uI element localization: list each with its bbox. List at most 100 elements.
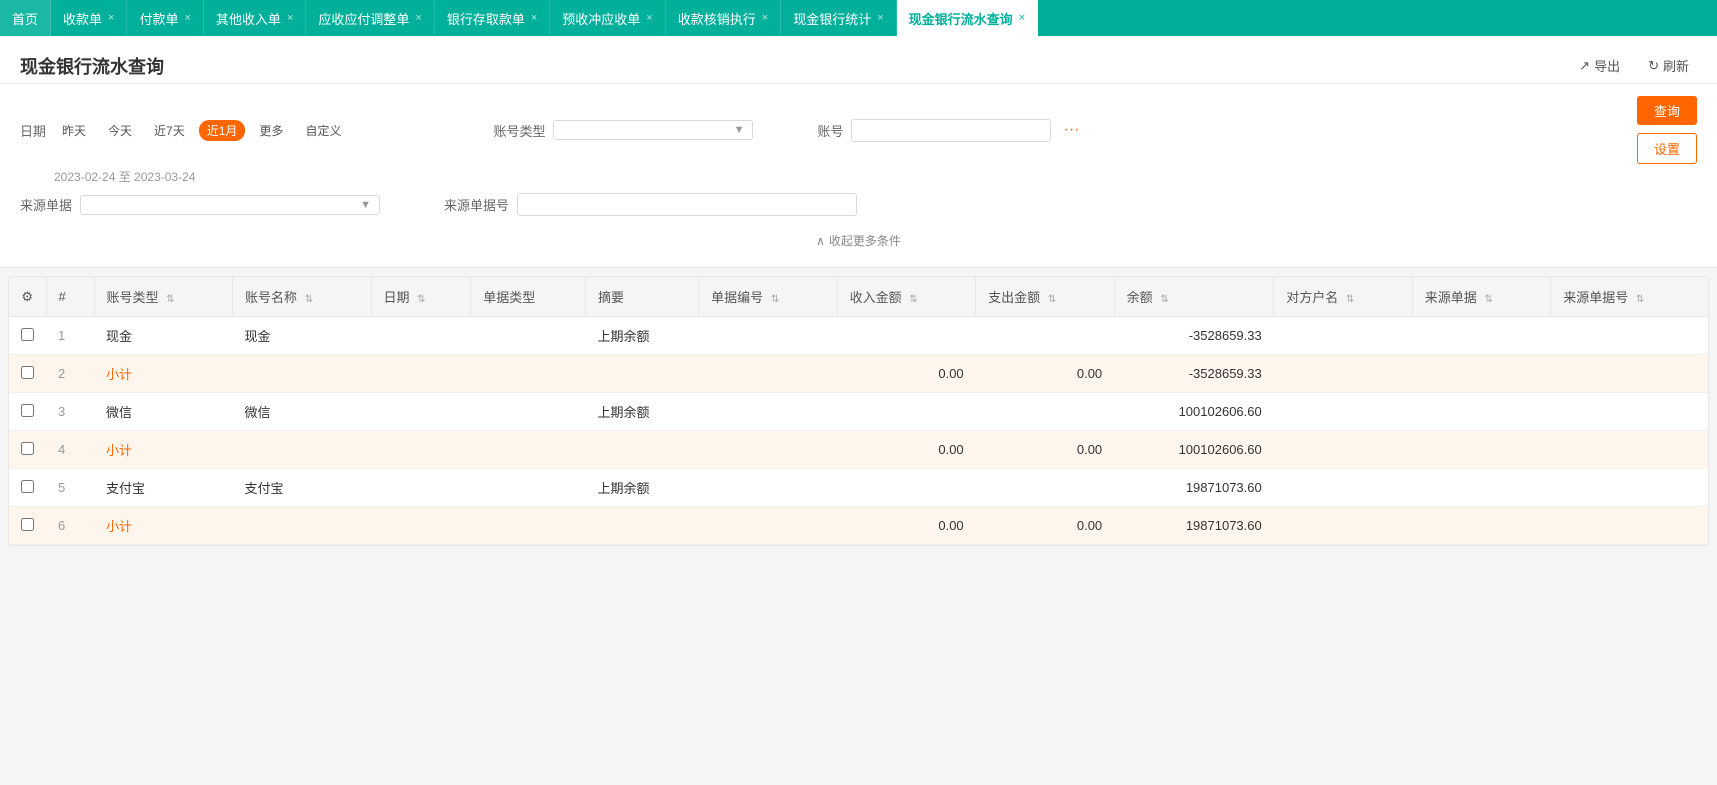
column-balance[interactable]: 余额 ⇅ xyxy=(1114,277,1274,317)
cell-doc-no xyxy=(699,431,838,469)
nav-tab-receipt-label: 收款单 xyxy=(63,9,102,28)
close-icon[interactable]: × xyxy=(877,12,883,24)
cell-account-type: 支付宝 xyxy=(94,469,233,507)
cell-doc-no xyxy=(699,393,838,431)
row-checkbox[interactable] xyxy=(21,328,34,341)
refresh-button[interactable]: ↻ 刷新 xyxy=(1640,52,1697,79)
column-account-name[interactable]: 账号名称 ⇅ xyxy=(233,277,372,317)
cell-checkbox[interactable] xyxy=(9,431,46,469)
nav-tab-adjustment-label: 应收应付调整单 xyxy=(318,9,409,28)
query-button[interactable]: 查询 xyxy=(1637,96,1697,125)
subtotal-label: 小计 xyxy=(106,367,132,382)
collapse-bar[interactable]: ∧ 收起更多条件 xyxy=(20,226,1697,255)
nav-tab-adjustment[interactable]: 应收应付调整单 × xyxy=(306,0,434,36)
close-icon[interactable]: × xyxy=(184,12,190,24)
account-type-label: 账号类型 xyxy=(493,121,545,140)
nav-tab-bank-deposit-label: 银行存取款单 xyxy=(447,9,525,28)
cell-date xyxy=(371,507,471,545)
cell-checkbox[interactable] xyxy=(9,393,46,431)
cell-summary xyxy=(585,355,698,393)
date-btn-7days[interactable]: 近7天 xyxy=(146,120,193,141)
cell-account-name xyxy=(233,507,372,545)
column-expense[interactable]: 支出金额 ⇅ xyxy=(976,277,1115,317)
row-checkbox[interactable] xyxy=(21,480,34,493)
cell-doc-type xyxy=(471,317,586,355)
column-source-doc[interactable]: 来源单据 ⇅ xyxy=(1412,277,1551,317)
date-btn-custom[interactable]: 自定义 xyxy=(297,120,349,141)
column-date[interactable]: 日期 ⇅ xyxy=(371,277,471,317)
cell-num: 5 xyxy=(46,469,94,507)
cell-balance: 19871073.60 xyxy=(1114,469,1274,507)
cell-checkbox[interactable] xyxy=(9,469,46,507)
cell-expense xyxy=(976,469,1115,507)
nav-tab-collection[interactable]: 收款核销执行 × xyxy=(666,0,781,36)
row-checkbox[interactable] xyxy=(21,366,34,379)
cell-income xyxy=(837,317,976,355)
settings-button[interactable]: 设置 xyxy=(1637,133,1697,164)
account-type-cell: 现金 xyxy=(106,329,132,344)
close-icon[interactable]: × xyxy=(762,12,768,24)
date-btn-1month[interactable]: 近1月 xyxy=(199,120,246,141)
nav-tab-bank-stats[interactable]: 现金银行统计 × xyxy=(781,0,896,36)
close-icon[interactable]: × xyxy=(646,12,652,24)
cell-income: 0.00 xyxy=(837,355,976,393)
column-doc-no[interactable]: 单据编号 ⇅ xyxy=(699,277,838,317)
nav-tab-bank-flow-label: 现金银行流水查询 xyxy=(909,9,1013,28)
account-type-select[interactable]: ▼ xyxy=(553,120,753,140)
cell-checkbox[interactable] xyxy=(9,507,46,545)
close-icon[interactable]: × xyxy=(415,12,421,24)
row-checkbox[interactable] xyxy=(21,442,34,455)
column-counterparty[interactable]: 对方户名 ⇅ xyxy=(1274,277,1413,317)
nav-tab-payment[interactable]: 付款单 × xyxy=(127,0,203,36)
cell-expense: 0.00 xyxy=(976,355,1115,393)
row-checkbox[interactable] xyxy=(21,404,34,417)
column-income[interactable]: 收入金额 ⇅ xyxy=(837,277,976,317)
account-input[interactable] xyxy=(851,119,1051,142)
nav-tab-advance[interactable]: 预收冲应收单 × xyxy=(550,0,665,36)
sort-icon: ⇅ xyxy=(771,294,779,305)
collapse-label: 收起更多条件 xyxy=(829,232,901,249)
source-doc-no-input[interactable] xyxy=(517,193,857,216)
nav-tab-bank-deposit[interactable]: 银行存取款单 × xyxy=(435,0,550,36)
header-actions: ↗ 导出 ↻ 刷新 xyxy=(1571,52,1697,79)
date-range-text: 2023-02-24 至 2023-03-24 xyxy=(54,170,195,184)
nav-tab-other-income[interactable]: 其他收入单 × xyxy=(204,0,306,36)
date-btn-today[interactable]: 今天 xyxy=(100,120,140,141)
sort-icon: ⇅ xyxy=(166,294,174,305)
cell-expense xyxy=(976,317,1115,355)
cell-doc-type xyxy=(471,355,586,393)
filter-area: 日期 昨天 今天 近7天 近1月 更多 自定义 账号类型 ▼ xyxy=(0,84,1717,268)
column-gear[interactable]: ⚙ xyxy=(9,277,46,317)
cell-income: 0.00 xyxy=(837,431,976,469)
nav-tab-receipt[interactable]: 收款单 × xyxy=(51,0,127,36)
close-icon[interactable]: × xyxy=(531,12,537,24)
source-doc-select[interactable]: ▼ xyxy=(80,195,380,215)
cell-doc-no xyxy=(699,355,838,393)
dots-icon[interactable]: ··· xyxy=(1063,121,1079,139)
nav-tab-home[interactable]: 首页 xyxy=(0,0,51,36)
nav-tab-collection-label: 收款核销执行 xyxy=(678,9,756,28)
nav-tab-bank-flow[interactable]: 现金银行流水查询 × xyxy=(897,0,1038,36)
export-button[interactable]: ↗ 导出 xyxy=(1571,52,1628,79)
cell-num: 2 xyxy=(46,355,94,393)
cell-source-doc xyxy=(1412,393,1551,431)
cell-doc-no xyxy=(699,469,838,507)
column-source-doc-no[interactable]: 来源单据号 ⇅ xyxy=(1551,277,1708,317)
cell-date xyxy=(371,317,471,355)
column-account-type[interactable]: 账号类型 ⇅ xyxy=(94,277,233,317)
close-icon[interactable]: × xyxy=(1019,12,1025,24)
date-btn-more[interactable]: 更多 xyxy=(251,120,291,141)
date-btn-yesterday[interactable]: 昨天 xyxy=(54,120,94,141)
cell-date xyxy=(371,469,471,507)
table-header-row: ⚙ # 账号类型 ⇅ 账号名称 ⇅ 日期 ⇅ 单据类型 摘要 单据编号 ⇅ 收入… xyxy=(9,277,1708,317)
cell-checkbox[interactable] xyxy=(9,317,46,355)
date-shortcuts: 昨天 今天 近7天 近1月 更多 自定义 xyxy=(54,120,349,141)
column-num: # xyxy=(46,277,94,317)
cell-account-name: 支付宝 xyxy=(233,469,372,507)
row-checkbox[interactable] xyxy=(21,518,34,531)
cell-checkbox[interactable] xyxy=(9,355,46,393)
cell-doc-type xyxy=(471,469,586,507)
data-table: ⚙ # 账号类型 ⇅ 账号名称 ⇅ 日期 ⇅ 单据类型 摘要 单据编号 ⇅ 收入… xyxy=(9,277,1708,545)
close-icon[interactable]: × xyxy=(108,12,114,24)
close-icon[interactable]: × xyxy=(287,12,293,24)
